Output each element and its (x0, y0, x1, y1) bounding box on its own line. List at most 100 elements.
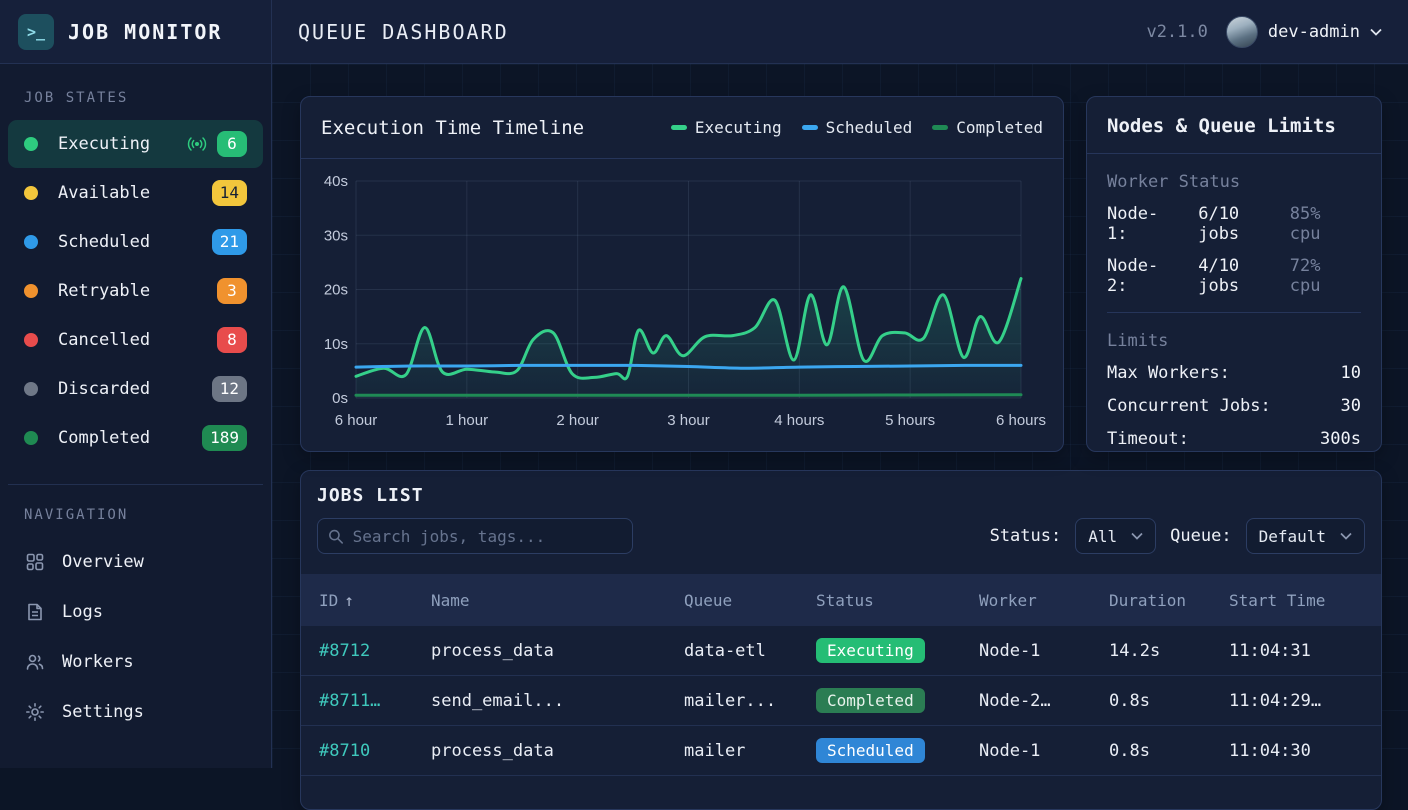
sidebar-item-logs[interactable]: Logs (8, 587, 263, 637)
state-count-badge: 12 (211, 376, 247, 402)
svg-text:0s: 0s (332, 390, 348, 407)
table-row[interactable]: #8710 process_data mailer Scheduled Node… (301, 726, 1381, 776)
status-badge: Executing (816, 638, 925, 663)
legend-dash-icon (801, 125, 818, 130)
nodes-limits-card: Nodes & Queue Limits Worker Status Node-… (1086, 96, 1382, 452)
node-jobs: 6/10 jobs (1198, 204, 1240, 244)
jobs-table: ID ↑ Name Queue Status Worker Duration St… (301, 574, 1381, 776)
svg-text:30s: 30s (324, 227, 348, 244)
column-header-id[interactable]: ID ↑ (319, 591, 431, 610)
version-label: v2.1.0 (1146, 21, 1208, 42)
navigation-section: NAVIGATION Overview Logs Workers Setting… (8, 484, 263, 737)
queue-filter-value: Default (1258, 526, 1326, 546)
state-count-badge: 189 (202, 425, 247, 451)
job-start-time: 11:04:31 (1229, 640, 1311, 661)
job-states-list: Executing 6 Available 14 Scheduled 21 Re… (8, 120, 263, 462)
user-avatar[interactable] (1225, 15, 1258, 48)
node-name: Node-1: (1107, 204, 1159, 244)
legend-label: Executing (694, 118, 782, 137)
node-cpu: 85% cpu (1289, 204, 1321, 244)
legend-item: Completed (932, 118, 1043, 137)
node-status-row: Node-2: 4/10 jobs 72% cpu (1107, 256, 1361, 296)
status-filter-value: All (1088, 526, 1118, 546)
job-name: send_email... (431, 690, 565, 711)
job-status: Completed (816, 688, 979, 713)
sidebar-state-item[interactable]: Cancelled 8 (8, 316, 263, 364)
column-header-worker[interactable]: Worker (979, 591, 1109, 610)
limit-value: 30 (1340, 396, 1361, 416)
limits-list: Max Workers: 10 Concurrent Jobs: 30 Time… (1107, 363, 1361, 449)
job-id-link[interactable]: #8710 (319, 741, 431, 761)
limit-value: 10 (1340, 363, 1361, 383)
sidebar-state-item[interactable]: Executing 6 (8, 120, 263, 168)
terminal-glyph: >_ (26, 22, 46, 41)
state-count-badge: 8 (217, 327, 247, 353)
nav-label: Logs (62, 602, 103, 622)
nav-label: Overview (62, 552, 144, 572)
svg-text:3 hour: 3 hour (667, 412, 710, 429)
sidebar: JOB STATES Executing 6 Available 14 Sche… (0, 64, 272, 768)
legend-label: Scheduled (825, 118, 913, 137)
limit-row: Concurrent Jobs: 30 (1107, 396, 1361, 416)
jobs-list-title: JOBS LIST (317, 485, 424, 506)
state-label: Retryable (58, 281, 151, 301)
nodes-card-title: Nodes & Queue Limits (1087, 97, 1381, 154)
sidebar-state-item[interactable]: Discarded 12 (8, 365, 263, 413)
state-dot-icon (24, 137, 38, 151)
limit-label: Timeout: (1107, 429, 1189, 449)
status-badge: Completed (816, 688, 925, 713)
job-name: process_data (431, 640, 554, 661)
limit-label: Concurrent Jobs: (1107, 396, 1271, 416)
job-status: Scheduled (816, 738, 979, 763)
svg-text:20s: 20s (324, 282, 348, 299)
sidebar-state-item[interactable]: Completed 189 (8, 414, 263, 462)
svg-text:40s: 40s (324, 173, 348, 190)
queue-filter-label: Queue: (1170, 526, 1232, 546)
chart-legend: Executing Scheduled Completed (670, 118, 1043, 137)
job-queue: mailer... (684, 690, 777, 711)
job-states-header: JOB STATES (24, 90, 129, 106)
user-menu[interactable]: dev-admin (1225, 15, 1382, 48)
nav-label: Workers (62, 652, 134, 672)
sidebar-state-item[interactable]: Available 14 (8, 169, 263, 217)
state-label: Cancelled (58, 330, 151, 350)
job-worker: Node-1 (979, 640, 1041, 661)
user-name: dev-admin (1267, 21, 1360, 42)
state-label: Executing (58, 134, 151, 154)
grid-icon (26, 553, 44, 571)
table-row[interactable]: #8711… send_email... mailer... Completed… (301, 676, 1381, 726)
column-header-start-time[interactable]: Start Time (1229, 591, 1381, 610)
limit-row: Timeout: 300s (1107, 429, 1361, 449)
column-header-queue[interactable]: Queue (684, 591, 816, 610)
queue-filter-select[interactable]: Default (1245, 518, 1365, 554)
live-broadcast-icon (187, 135, 207, 153)
worker-status-list: Node-1: 6/10 jobs 85% cpu Node-2: 4/10 j… (1107, 204, 1361, 296)
job-worker: Node-2… (979, 690, 1051, 711)
column-header-status[interactable]: Status (816, 591, 979, 610)
svg-text:6 hours: 6 hours (996, 412, 1046, 429)
app-brand: >_ JOB MONITOR (0, 0, 272, 63)
state-dot-icon (24, 333, 38, 347)
svg-text:4 hours: 4 hours (774, 412, 824, 429)
job-id-link[interactable]: #8711… (319, 691, 431, 711)
column-header-name[interactable]: Name (431, 591, 684, 610)
svg-text:2 hour: 2 hour (556, 412, 599, 429)
chart-title: Execution Time Timeline (321, 116, 585, 139)
state-dot-icon (24, 186, 38, 200)
search-icon (329, 529, 343, 544)
job-id-link[interactable]: #8712 (319, 641, 431, 661)
legend-dash-icon (670, 125, 687, 130)
status-filter-select[interactable]: All (1075, 518, 1157, 554)
sidebar-state-item[interactable]: Scheduled 21 (8, 218, 263, 266)
search-input[interactable] (352, 526, 622, 546)
sidebar-item-overview[interactable]: Overview (8, 537, 263, 587)
sidebar-item-workers[interactable]: Workers (8, 637, 263, 687)
state-label: Discarded (58, 379, 151, 399)
sidebar-item-settings[interactable]: Settings (8, 687, 263, 737)
table-row[interactable]: #8712 process_data data-etl Executing No… (301, 626, 1381, 676)
column-header-duration[interactable]: Duration (1109, 591, 1229, 610)
svg-text:5 hours: 5 hours (885, 412, 935, 429)
sidebar-state-item[interactable]: Retryable 3 (8, 267, 263, 315)
filters: Status: All Queue: Default (990, 518, 1365, 554)
search-box[interactable] (317, 518, 633, 554)
